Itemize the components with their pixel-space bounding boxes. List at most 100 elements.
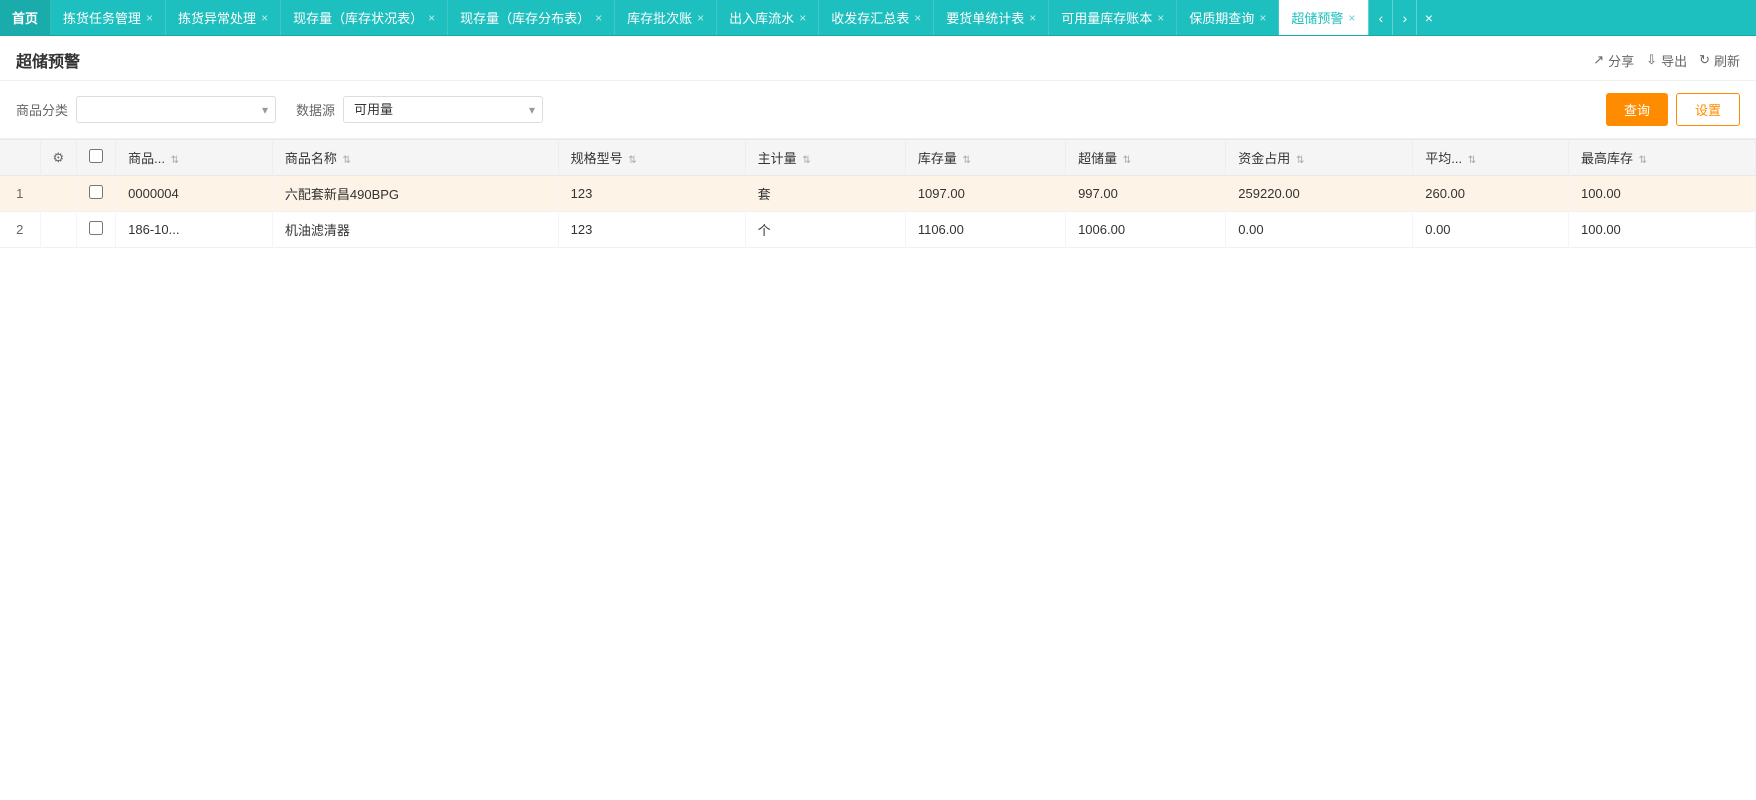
col-unit[interactable]: 主计量 ⇅ <box>745 140 905 176</box>
share-icon: ↗ <box>1593 52 1604 68</box>
row-max-stock-0: 100.00 <box>1569 176 1756 212</box>
sort-capital-icon: ⇅ <box>1296 155 1304 166</box>
row-unit-1: 个 <box>745 212 905 248</box>
top-navigation: 首页 拣货任务管理 × 拣货异常处理 × 现存量（库存状况表） × 现存量（库存… <box>0 0 1756 36</box>
col-over[interactable]: 超储量 ⇅ <box>1066 140 1226 176</box>
close-stock-status[interactable]: × <box>428 11 435 25</box>
col-stock[interactable]: 库存量 ⇅ <box>905 140 1065 176</box>
nav-tab-stock-status[interactable]: 现存量（库存状况表） × <box>281 0 448 36</box>
nav-arrow-close-all[interactable]: × <box>1416 0 1440 36</box>
nav-tab-jianhuo-task[interactable]: 拣货任务管理 × <box>51 0 166 36</box>
col-settings[interactable]: ⚙ <box>40 140 77 176</box>
row-spec-1: 123 <box>558 212 745 248</box>
page-title: 超储预警 <box>16 48 80 72</box>
sort-over-icon: ⇅ <box>1123 155 1131 166</box>
row-spec-0: 123 <box>558 176 745 212</box>
row-num-1: 2 <box>0 212 40 248</box>
close-order-stats[interactable]: × <box>1029 11 1036 25</box>
page-content: 超储预警 ↗ 分享 ⇩ 导出 ↻ 刷新 商品分类 <box>0 36 1756 800</box>
close-jianhuo-abnormal[interactable]: × <box>261 11 268 25</box>
category-filter: 商品分类 <box>16 96 276 123</box>
row-checkbox-cell-1[interactable] <box>77 212 116 248</box>
col-code[interactable]: 商品... ⇅ <box>116 140 273 176</box>
datasource-filter: 数据源 可用量 <box>296 96 543 123</box>
close-inout[interactable]: × <box>799 11 806 25</box>
nav-home[interactable]: 首页 <box>0 0 51 36</box>
select-all-checkbox[interactable] <box>89 149 103 163</box>
sort-name-icon: ⇅ <box>343 155 351 166</box>
col-name[interactable]: 商品名称 ⇅ <box>272 140 558 176</box>
col-row-num <box>0 140 40 176</box>
row-unit-0: 套 <box>745 176 905 212</box>
sort-spec-icon: ⇅ <box>628 155 636 166</box>
row-checkbox-1[interactable] <box>89 221 103 235</box>
page-header: 超储预警 ↗ 分享 ⇩ 导出 ↻ 刷新 <box>0 36 1756 81</box>
close-overstock[interactable]: × <box>1348 11 1355 25</box>
nav-tab-overstock[interactable]: 超储预警 × <box>1279 0 1368 36</box>
col-avg[interactable]: 平均... ⇅ <box>1413 140 1569 176</box>
nav-tab-available[interactable]: 可用量库存账本 × <box>1049 0 1177 36</box>
row-checkbox-0[interactable] <box>89 185 103 199</box>
datasource-select[interactable]: 可用量 <box>343 96 543 123</box>
row-checkbox-cell-0[interactable] <box>77 176 116 212</box>
query-button[interactable]: 查询 <box>1606 93 1668 126</box>
row-over-0: 997.00 <box>1066 176 1226 212</box>
nav-tab-summary[interactable]: 收发存汇总表 × <box>819 0 934 36</box>
row-gear-0 <box>40 176 77 212</box>
datasource-select-wrapper: 可用量 <box>343 96 543 123</box>
row-name-1: 机油滤清器 <box>272 212 558 248</box>
col-spec[interactable]: 规格型号 ⇅ <box>558 140 745 176</box>
close-summary[interactable]: × <box>914 11 921 25</box>
nav-tab-stock-dist[interactable]: 现存量（库存分布表） × <box>448 0 615 36</box>
close-quality[interactable]: × <box>1259 11 1266 25</box>
row-stock-1: 1106.00 <box>905 212 1065 248</box>
table-container: ⚙ 商品... ⇅ 商品名称 ⇅ 规格型号 ⇅ <box>0 139 1756 248</box>
export-button[interactable]: ⇩ 导出 <box>1646 51 1687 70</box>
table-row: 1 0000004 六配套新昌490BPG 123 套 1097.00 997.… <box>0 176 1756 212</box>
row-code-0: 0000004 <box>116 176 273 212</box>
row-over-1: 1006.00 <box>1066 212 1226 248</box>
close-stock-dist[interactable]: × <box>595 11 602 25</box>
close-available[interactable]: × <box>1157 11 1164 25</box>
nav-tab-batch[interactable]: 库存批次账 × <box>615 0 717 36</box>
sort-unit-icon: ⇅ <box>802 155 810 166</box>
row-name-0: 六配套新昌490BPG <box>272 176 558 212</box>
row-capital-0: 259220.00 <box>1226 176 1413 212</box>
col-capital[interactable]: 资金占用 ⇅ <box>1226 140 1413 176</box>
settings-button[interactable]: 设置 <box>1676 93 1740 126</box>
col-checkbox[interactable] <box>77 140 116 176</box>
sort-avg-icon: ⇅ <box>1468 155 1476 166</box>
nav-arrow-right[interactable]: › <box>1392 0 1416 36</box>
datasource-label: 数据源 <box>296 100 335 119</box>
table-row: 2 186-10... 机油滤清器 123 个 1106.00 1006.00 … <box>0 212 1756 248</box>
close-batch[interactable]: × <box>697 11 704 25</box>
export-icon: ⇩ <box>1646 52 1657 68</box>
share-button[interactable]: ↗ 分享 <box>1593 51 1634 70</box>
nav-tab-jianhuo-abnormal[interactable]: 拣货异常处理 × <box>166 0 281 36</box>
row-avg-0: 260.00 <box>1413 176 1569 212</box>
filter-bar: 商品分类 数据源 可用量 查询 设置 <box>0 81 1756 139</box>
nav-tab-order-stats[interactable]: 要货单统计表 × <box>934 0 1049 36</box>
sort-code-icon: ⇅ <box>171 155 179 166</box>
row-code-1: 186-10... <box>116 212 273 248</box>
row-num-0: 1 <box>0 176 40 212</box>
close-jianhuo-task[interactable]: × <box>146 11 153 25</box>
filter-buttons: 查询 设置 <box>1606 93 1740 126</box>
nav-tab-quality[interactable]: 保质期查询 × <box>1177 0 1279 36</box>
sort-stock-icon: ⇅ <box>962 155 970 166</box>
row-gear-1 <box>40 212 77 248</box>
category-select[interactable] <box>76 96 276 123</box>
settings-icon[interactable]: ⚙ <box>53 150 65 165</box>
row-avg-1: 0.00 <box>1413 212 1569 248</box>
table-header-row: ⚙ 商品... ⇅ 商品名称 ⇅ 规格型号 ⇅ <box>0 140 1756 176</box>
nav-tab-inout[interactable]: 出入库流水 × <box>717 0 819 36</box>
overstock-table: ⚙ 商品... ⇅ 商品名称 ⇅ 规格型号 ⇅ <box>0 139 1756 248</box>
nav-arrow-left[interactable]: ‹ <box>1368 0 1392 36</box>
sort-max-stock-icon: ⇅ <box>1639 155 1647 166</box>
col-max-stock[interactable]: 最高库存 ⇅ <box>1569 140 1756 176</box>
refresh-icon: ↻ <box>1699 52 1710 68</box>
category-select-wrapper <box>76 96 276 123</box>
refresh-button[interactable]: ↻ 刷新 <box>1699 51 1740 70</box>
category-label: 商品分类 <box>16 100 68 119</box>
row-stock-0: 1097.00 <box>905 176 1065 212</box>
